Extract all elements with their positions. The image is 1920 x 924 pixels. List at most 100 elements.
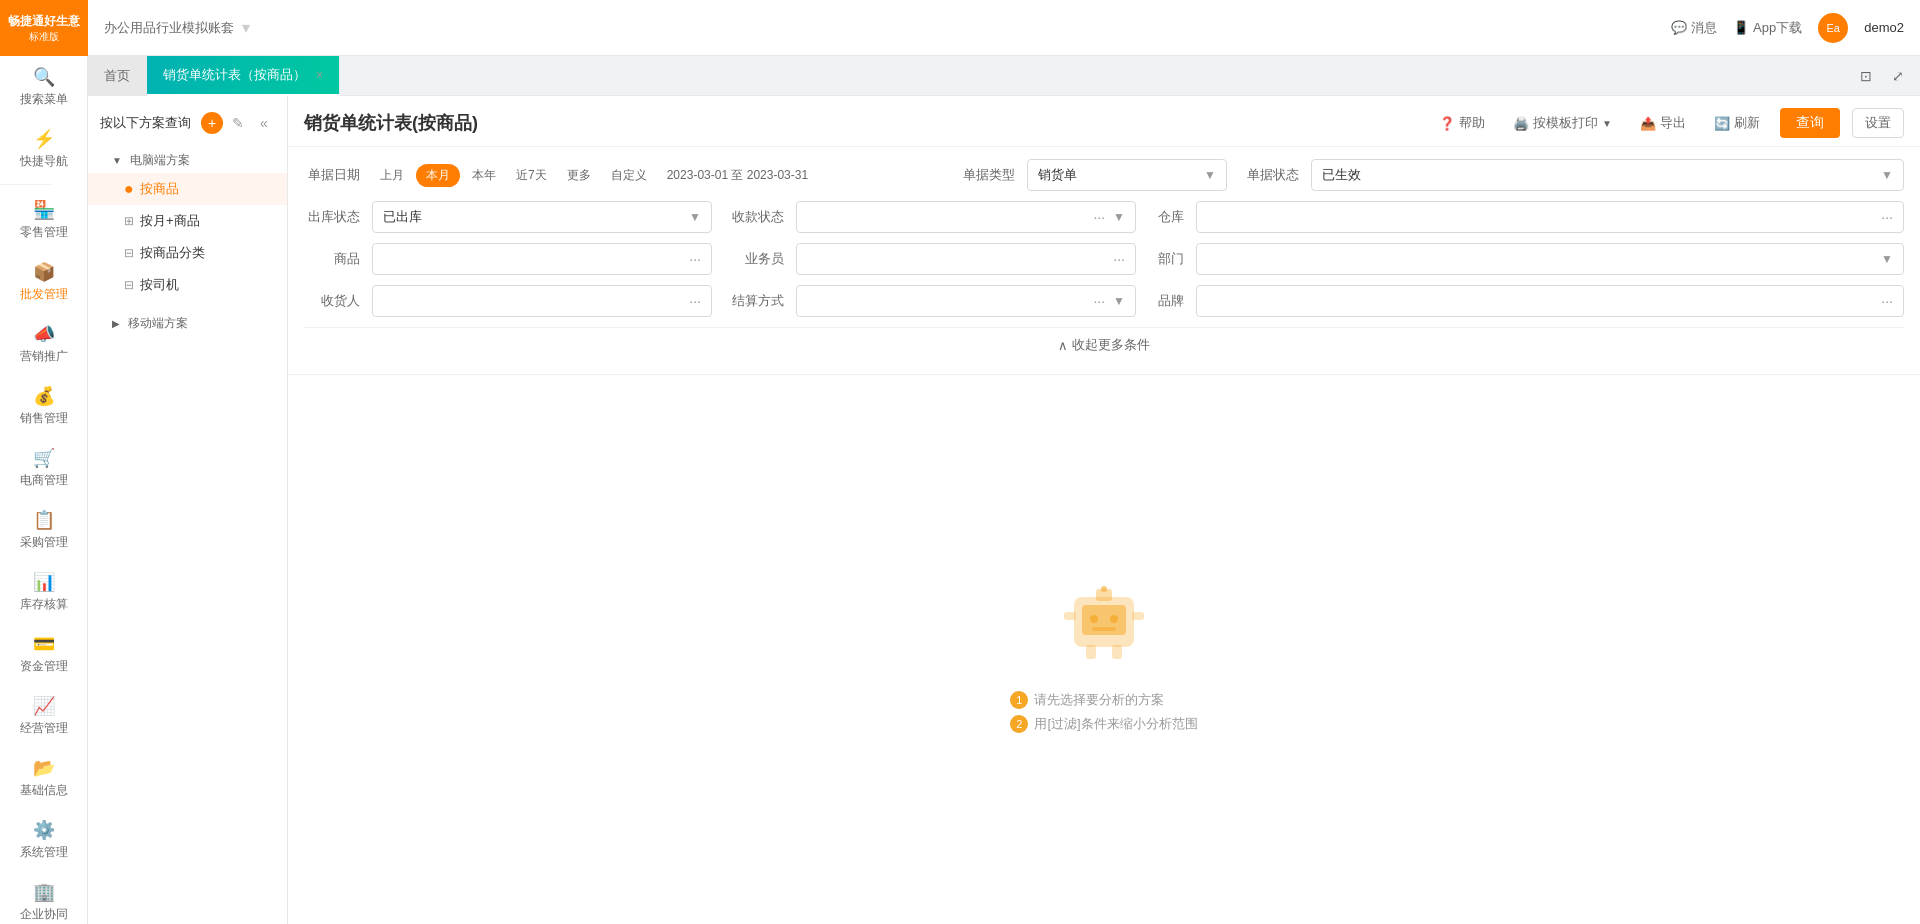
sidebar-item-label: 快捷导航	[20, 153, 68, 170]
date-tab-this-year[interactable]: 本年	[464, 164, 504, 187]
date-control: 上月 本月 本年 近7天 更多 自定义 2023-03-01 至 2023-03…	[372, 164, 943, 187]
sidebar-item-ecommerce[interactable]: 🛒 电商管理	[0, 437, 87, 499]
sidebar-item-enterprise[interactable]: 🏢 企业协同	[0, 871, 87, 924]
tip-1-text: 请先选择要分析的方案	[1034, 691, 1164, 709]
sidebar-item-inventory[interactable]: 📊 库存核算	[0, 561, 87, 623]
query-btn[interactable]: 查询	[1780, 108, 1840, 138]
receiver-label: 收货人	[304, 292, 360, 310]
avatar[interactable]: Ea	[1818, 13, 1848, 43]
sidebar-item-label: 销售管理	[20, 410, 68, 427]
tab-close-icon[interactable]: ×	[316, 68, 323, 82]
settle-select[interactable]: ··· ▼	[796, 285, 1136, 317]
date-tab-last-month[interactable]: 上月	[372, 164, 412, 187]
tab-home-label: 首页	[104, 67, 130, 85]
refresh-label: 刷新	[1734, 114, 1760, 132]
date-tab-more[interactable]: 更多	[559, 164, 599, 187]
svg-rect-5	[1064, 612, 1076, 620]
desktop-section-title[interactable]: ▼ 电脑端方案	[88, 146, 287, 173]
page-header-actions: ❓ 帮助 🖨️ 按模板打印 ▼ 📤 导出 🔄 刷新	[1431, 108, 1904, 138]
sidebar-item-purchase[interactable]: 📋 采购管理	[0, 499, 87, 561]
mobile-section-title[interactable]: ▶ 移动端方案	[88, 309, 287, 336]
collapse-btn[interactable]: ∧ 收起更多条件	[304, 327, 1904, 362]
sidebar-item-label: 系统管理	[20, 844, 68, 861]
type-select[interactable]: 销货单 ▼	[1027, 159, 1227, 191]
ecommerce-icon: 🛒	[33, 447, 55, 469]
sidebar-item-sales[interactable]: 💰 销售管理	[0, 375, 87, 437]
edit-scheme-btn[interactable]: ✎	[227, 112, 249, 134]
out-arrow: ▼	[689, 210, 701, 224]
sidebar-item-retail[interactable]: 🏪 零售管理	[0, 189, 87, 251]
desktop-section-arrow: ▼	[112, 155, 122, 166]
sidebar-item-system[interactable]: ⚙️ 系统管理	[0, 809, 87, 871]
staff-select[interactable]: ···	[796, 243, 1136, 275]
sidebar-item-finance[interactable]: 💳 资金管理	[0, 623, 87, 685]
app-download-icon: 📱	[1733, 20, 1749, 35]
finance-icon: 💳	[33, 633, 55, 655]
svg-rect-6	[1132, 612, 1144, 620]
sidebar-item-label: 资金管理	[20, 658, 68, 675]
status-label: 单据状态	[1239, 166, 1299, 184]
template-print-btn[interactable]: 🖨️ 按模板打印 ▼	[1505, 110, 1620, 136]
sales-icon: 💰	[33, 385, 55, 407]
warehouse-select[interactable]: ···	[1196, 201, 1904, 233]
sidebar-item-quick-nav[interactable]: ⚡ 快捷导航	[0, 118, 87, 180]
export-btn[interactable]: 📤 导出	[1632, 110, 1694, 136]
scheme-by-cashier[interactable]: ⊟ 按司机	[88, 269, 287, 301]
tab-sales-stats[interactable]: 销货单统计表（按商品） ×	[147, 56, 340, 96]
filter-row-1: 单据日期 上月 本月 本年 近7天 更多 自定义 2023-03-01 至 20…	[304, 159, 1904, 191]
operation-icon: 📈	[33, 695, 55, 717]
left-panel-header: 按以下方案查询 + ✎ «	[88, 104, 287, 142]
out-select[interactable]: 已出库 ▼	[372, 201, 712, 233]
settings-label: 设置	[1865, 114, 1891, 132]
warehouse-dots: ···	[1881, 209, 1893, 225]
message-action[interactable]: 💬 消息	[1671, 19, 1717, 37]
collapse-panel-btn[interactable]: «	[253, 112, 275, 134]
sidebar-item-wholesale[interactable]: 📦 批发管理	[0, 251, 87, 313]
dept-select[interactable]: ▼	[1196, 243, 1904, 275]
date-tab-custom[interactable]: 自定义	[603, 164, 655, 187]
app-download-action[interactable]: 📱 App下载	[1733, 19, 1802, 37]
message-label: 消息	[1691, 19, 1717, 37]
header-right: 💬 消息 📱 App下载 Ea demo2	[1671, 13, 1904, 43]
settings-btn[interactable]: 设置	[1852, 108, 1904, 138]
quick-nav-icon: ⚡	[33, 128, 55, 150]
date-tab-this-month[interactable]: 本月	[416, 164, 460, 187]
sidebar-item-search[interactable]: 🔍 搜索菜单	[0, 56, 87, 118]
refresh-btn[interactable]: 🔄 刷新	[1706, 110, 1768, 136]
scheme-by-product-category[interactable]: ⊟ 按商品分类	[88, 237, 287, 269]
user-name[interactable]: demo2	[1864, 20, 1904, 35]
sidebar-item-operation[interactable]: 📈 经营管理	[0, 685, 87, 747]
receiver-select[interactable]: ···	[372, 285, 712, 317]
receipt-select[interactable]: ··· ▼	[796, 201, 1136, 233]
app-logo-text: 畅捷通好生意	[8, 13, 80, 30]
dept-arrow: ▼	[1881, 252, 1893, 266]
message-icon: 💬	[1671, 20, 1687, 35]
tab-home[interactable]: 首页	[88, 56, 147, 96]
scheme-by-month-product[interactable]: ⊞ 按月+商品	[88, 205, 287, 237]
template-print-icon: 🖨️	[1513, 116, 1529, 131]
sidebar-item-label: 电商管理	[20, 472, 68, 489]
tab-restore-btn[interactable]: ⊡	[1852, 62, 1880, 90]
date-tab-7days[interactable]: 近7天	[508, 164, 555, 187]
sidebar-item-basic[interactable]: 📂 基础信息	[0, 747, 87, 809]
help-btn[interactable]: ❓ 帮助	[1431, 110, 1493, 136]
status-select[interactable]: 已生效 ▼	[1311, 159, 1904, 191]
svg-rect-4	[1092, 627, 1116, 631]
app-download-label: App下载	[1753, 19, 1802, 37]
svg-point-10	[1101, 586, 1107, 592]
by-cashier-icon: ⊟	[124, 278, 134, 292]
sidebar-item-label: 企业协同	[20, 906, 68, 923]
goods-select[interactable]: ···	[372, 243, 712, 275]
empty-illustration	[1044, 567, 1164, 667]
mobile-section-arrow: ▶	[112, 318, 120, 329]
sidebar-item-label: 营销推广	[20, 348, 68, 365]
staff-dots: ···	[1113, 251, 1125, 267]
receipt-arrow: ▼	[1113, 210, 1125, 224]
add-scheme-btn[interactable]: +	[201, 112, 223, 134]
warehouse-label: 仓库	[1148, 208, 1184, 226]
brand-select[interactable]: ···	[1196, 285, 1904, 317]
left-panel-title: 按以下方案查询	[100, 114, 191, 132]
scheme-by-product[interactable]: ● 按商品	[88, 173, 287, 205]
tab-maximize-btn[interactable]: ⤢	[1884, 62, 1912, 90]
sidebar-item-marketing[interactable]: 📣 营销推广	[0, 313, 87, 375]
